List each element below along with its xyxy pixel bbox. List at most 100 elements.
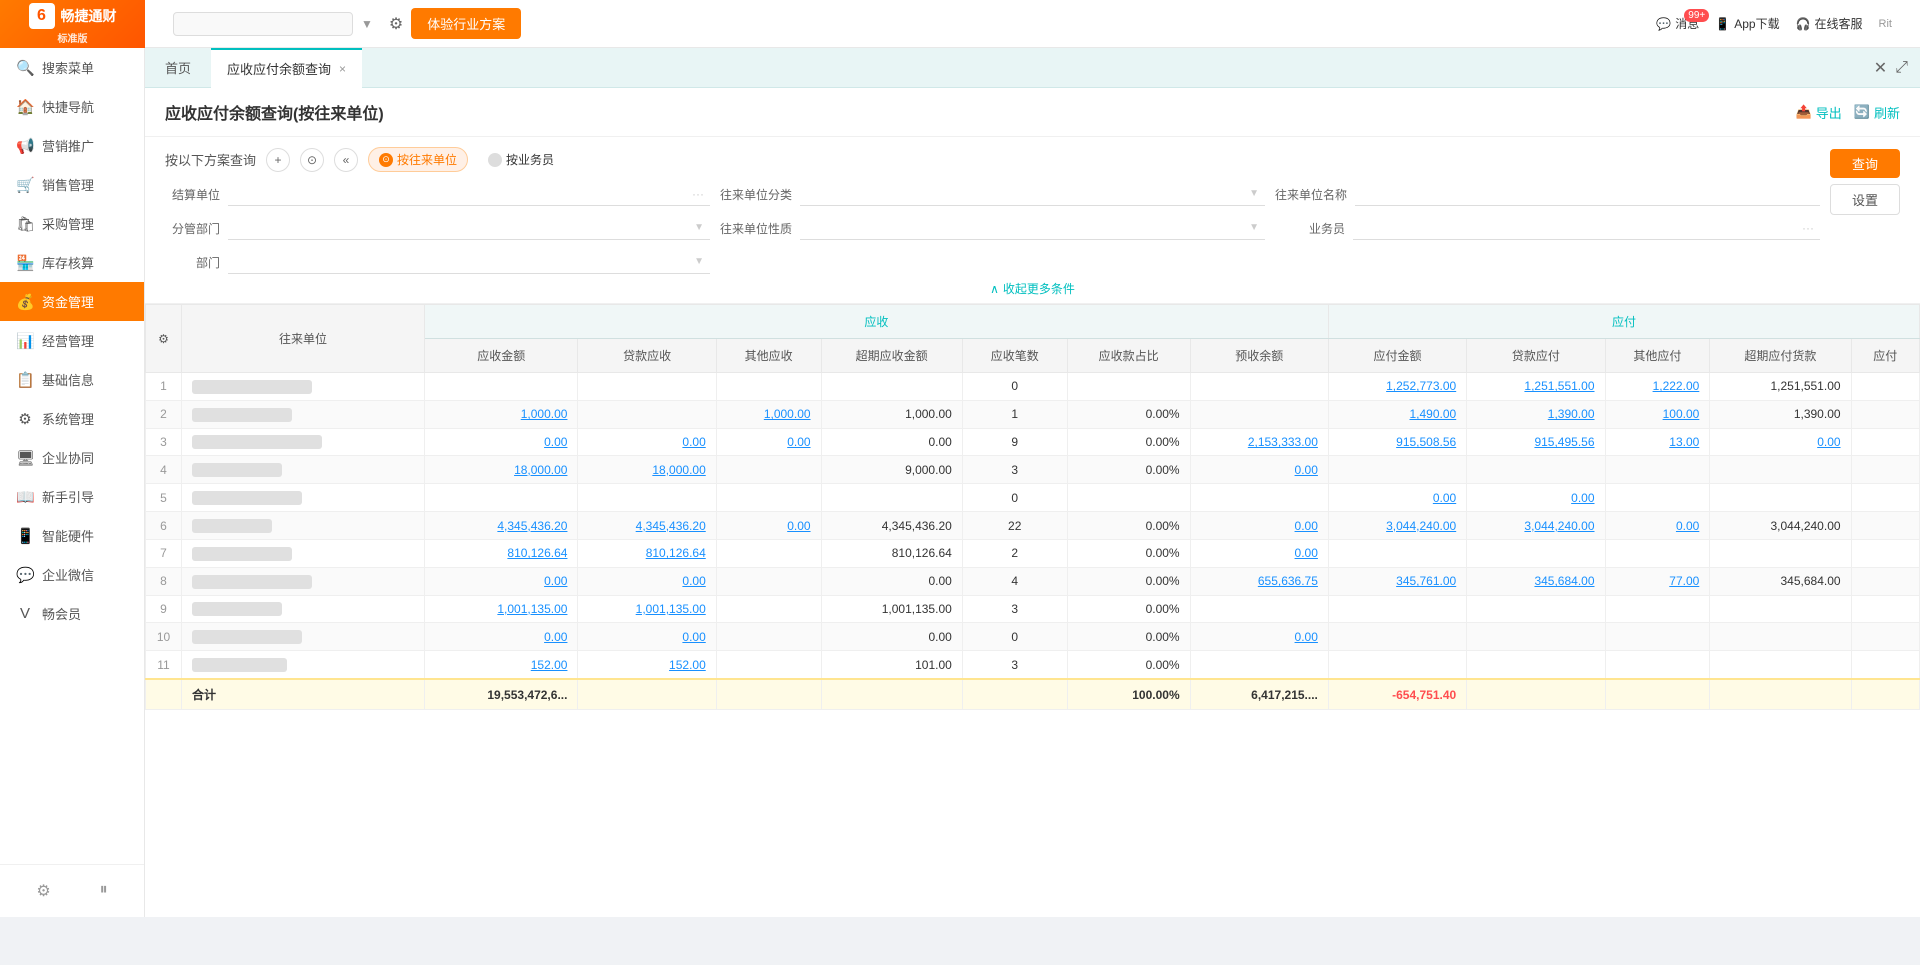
- sidebar-item-guide[interactable]: 📖 新手引导: [0, 477, 144, 516]
- add-scheme-button[interactable]: +: [266, 148, 290, 172]
- ar-amount-10[interactable]: 0.00: [424, 623, 577, 651]
- tab-bar-expand-icon[interactable]: ⤢: [1895, 59, 1908, 77]
- sidebar-item-collab[interactable]: 🖥 企业协同: [0, 438, 144, 477]
- sidebar-item-inventory[interactable]: 🏪 库存核算: [0, 243, 144, 282]
- ar-prepay-10[interactable]: 0.00: [1190, 623, 1328, 651]
- ap-other-3[interactable]: 13.00: [1605, 428, 1710, 456]
- sidebar-item-finance[interactable]: 💰 资金管理: [0, 282, 144, 321]
- sidebar-label-wechat: 企业微信: [42, 565, 94, 584]
- tab-active-receivable[interactable]: 应收应付余额查询 ×: [211, 48, 362, 88]
- ar-other-3[interactable]: 0.00: [716, 428, 821, 456]
- sidebar-item-system[interactable]: ⚙ 系统管理: [0, 399, 144, 438]
- ap-loan-5[interactable]: 0.00: [1467, 484, 1605, 512]
- ap-loan-2[interactable]: 1,390.00: [1467, 400, 1605, 428]
- message-button[interactable]: 💬 消息 99+: [1656, 15, 1699, 32]
- ap-loan-1[interactable]: 1,251,551.00: [1467, 373, 1605, 401]
- collapse-scheme-button[interactable]: «: [334, 148, 358, 172]
- salesperson-input[interactable]: ···: [1353, 216, 1820, 240]
- ar-prepay-8[interactable]: 655,636.75: [1190, 567, 1328, 595]
- sidebar-item-quicknav[interactable]: 🏠 快捷导航: [0, 87, 144, 126]
- ar-loan-8[interactable]: 0.00: [578, 567, 716, 595]
- ar-amount-9[interactable]: 1,001,135.00: [424, 595, 577, 623]
- ar-amount-8[interactable]: 0.00: [424, 567, 577, 595]
- sidebar-item-sales[interactable]: 🛒 销售管理: [0, 165, 144, 204]
- ar-amount-6[interactable]: 4,345,436.20: [424, 512, 577, 540]
- ar-amount-2[interactable]: 1,000.00: [424, 400, 577, 428]
- ar-loan-4[interactable]: 18,000.00: [578, 456, 716, 484]
- ar-other-2[interactable]: 1,000.00: [716, 400, 821, 428]
- data-table-container[interactable]: ⚙ 往来单位 应收 应付 应收金额 贷款应收 其他应收 超期应收金额 应收笔数 …: [145, 304, 1920, 917]
- sidebar-item-search[interactable]: 🔍 搜索菜单: [0, 48, 144, 87]
- settings-scheme-button[interactable]: ⊙: [300, 148, 324, 172]
- ar-amount-11[interactable]: 152.00: [424, 651, 577, 679]
- scheme-by-partner[interactable]: ⊙ 按往来单位: [368, 147, 468, 172]
- nav-search-input[interactable]: [173, 12, 353, 36]
- partner-nature-input[interactable]: ▼: [800, 216, 1265, 240]
- division-input[interactable]: ▼: [228, 250, 710, 274]
- query-button[interactable]: 查询: [1830, 149, 1900, 178]
- app-download-button[interactable]: 📱 App下载: [1715, 15, 1779, 32]
- ar-count-10: 0: [962, 623, 1067, 651]
- tab-home[interactable]: 首页: [145, 48, 211, 88]
- sidebar-collapse-icon[interactable]: ⏸: [100, 881, 108, 901]
- refresh-button[interactable]: 🔄 刷新: [1854, 103, 1900, 122]
- ar-amount-3[interactable]: 0.00: [424, 428, 577, 456]
- ar-count-3: 9: [962, 428, 1067, 456]
- col-settings[interactable]: ⚙: [146, 305, 182, 373]
- tab-close-button[interactable]: ×: [339, 62, 346, 76]
- ap-amount-8[interactable]: 345,761.00: [1328, 567, 1466, 595]
- partner-type-input[interactable]: ▼: [800, 182, 1265, 206]
- ar-loan-6[interactable]: 4,345,436.20: [578, 512, 716, 540]
- ap-other-6[interactable]: 0.00: [1605, 512, 1710, 540]
- ar-prepay-3[interactable]: 2,153,333.00: [1190, 428, 1328, 456]
- ap-amount-2[interactable]: 1,490.00: [1328, 400, 1466, 428]
- collapse-filter-button[interactable]: ∧ 收起更多条件: [165, 274, 1900, 303]
- ap-amount-5[interactable]: 0.00: [1328, 484, 1466, 512]
- sidebar-settings-icon[interactable]: ⚙: [36, 881, 50, 901]
- ar-amount-7[interactable]: 810,126.64: [424, 539, 577, 567]
- online-service-button[interactable]: 🎧 在线客服: [1796, 15, 1863, 32]
- partner-name-input[interactable]: [1355, 182, 1820, 206]
- ap-other-1[interactable]: 1,222.00: [1605, 373, 1710, 401]
- ar-prepay-4[interactable]: 0.00: [1190, 456, 1328, 484]
- sidebar-item-marketing[interactable]: 📢 营销推广: [0, 126, 144, 165]
- ap-loan-8[interactable]: 345,684.00: [1467, 567, 1605, 595]
- ap-amount-6[interactable]: 3,044,240.00: [1328, 512, 1466, 540]
- ar-count-4: 3: [962, 456, 1067, 484]
- ap-other-8[interactable]: 77.00: [1605, 567, 1710, 595]
- ap-loan-3[interactable]: 915,495.56: [1467, 428, 1605, 456]
- sidebar-item-hardware[interactable]: 📱 智能硬件: [0, 516, 144, 555]
- ap-other-2[interactable]: 100.00: [1605, 400, 1710, 428]
- ar-amount-4[interactable]: 18,000.00: [424, 456, 577, 484]
- ap-amount-3[interactable]: 915,508.56: [1328, 428, 1466, 456]
- nav-settings-icon[interactable]: ⚙: [389, 14, 403, 34]
- tab-bar-close-icon[interactable]: ✕: [1874, 58, 1887, 78]
- sidebar-item-basic-info[interactable]: 📋 基础信息: [0, 360, 144, 399]
- sidebar-item-operations[interactable]: 📊 经营管理: [0, 321, 144, 360]
- ar-other-6[interactable]: 0.00: [716, 512, 821, 540]
- ar-prepay-7[interactable]: 0.00: [1190, 539, 1328, 567]
- sidebar-item-purchase[interactable]: 🛍 采购管理: [0, 204, 144, 243]
- ap-overdue-3[interactable]: 0.00: [1710, 428, 1851, 456]
- nav-arrow-icon[interactable]: ▼: [361, 17, 373, 31]
- scheme-by-salesperson[interactable]: 按业务员: [478, 148, 564, 171]
- settlement-input[interactable]: ···: [228, 182, 710, 206]
- ar-loan-3[interactable]: 0.00: [578, 428, 716, 456]
- dept-input[interactable]: ▼: [228, 216, 710, 240]
- export-button[interactable]: 📤 导出: [1796, 103, 1842, 122]
- sidebar-item-member[interactable]: V 畅会员: [0, 594, 144, 633]
- ar-loan-11[interactable]: 152.00: [578, 651, 716, 679]
- ar-ratio-3: 0.00%: [1067, 428, 1190, 456]
- ar-loan-7[interactable]: 810,126.64: [578, 539, 716, 567]
- ap-amount-1[interactable]: 1,252,773.00: [1328, 373, 1466, 401]
- sidebar-item-wechat[interactable]: 💬 企业微信: [0, 555, 144, 594]
- total-ap-other: [1605, 679, 1710, 710]
- table-row: 8 0.00 0.00 0.00 4 0.00% 655,636.75 345,…: [146, 567, 1920, 595]
- ar-prepay-6[interactable]: 0.00: [1190, 512, 1328, 540]
- ar-loan-10[interactable]: 0.00: [578, 623, 716, 651]
- ar-loan-9[interactable]: 1,001,135.00: [578, 595, 716, 623]
- ap-loan-6[interactable]: 3,044,240.00: [1467, 512, 1605, 540]
- cta-button[interactable]: 体验行业方案: [411, 8, 521, 39]
- settings-button[interactable]: 设置: [1830, 184, 1900, 215]
- user-account-button[interactable]: Rit: [1879, 18, 1892, 30]
